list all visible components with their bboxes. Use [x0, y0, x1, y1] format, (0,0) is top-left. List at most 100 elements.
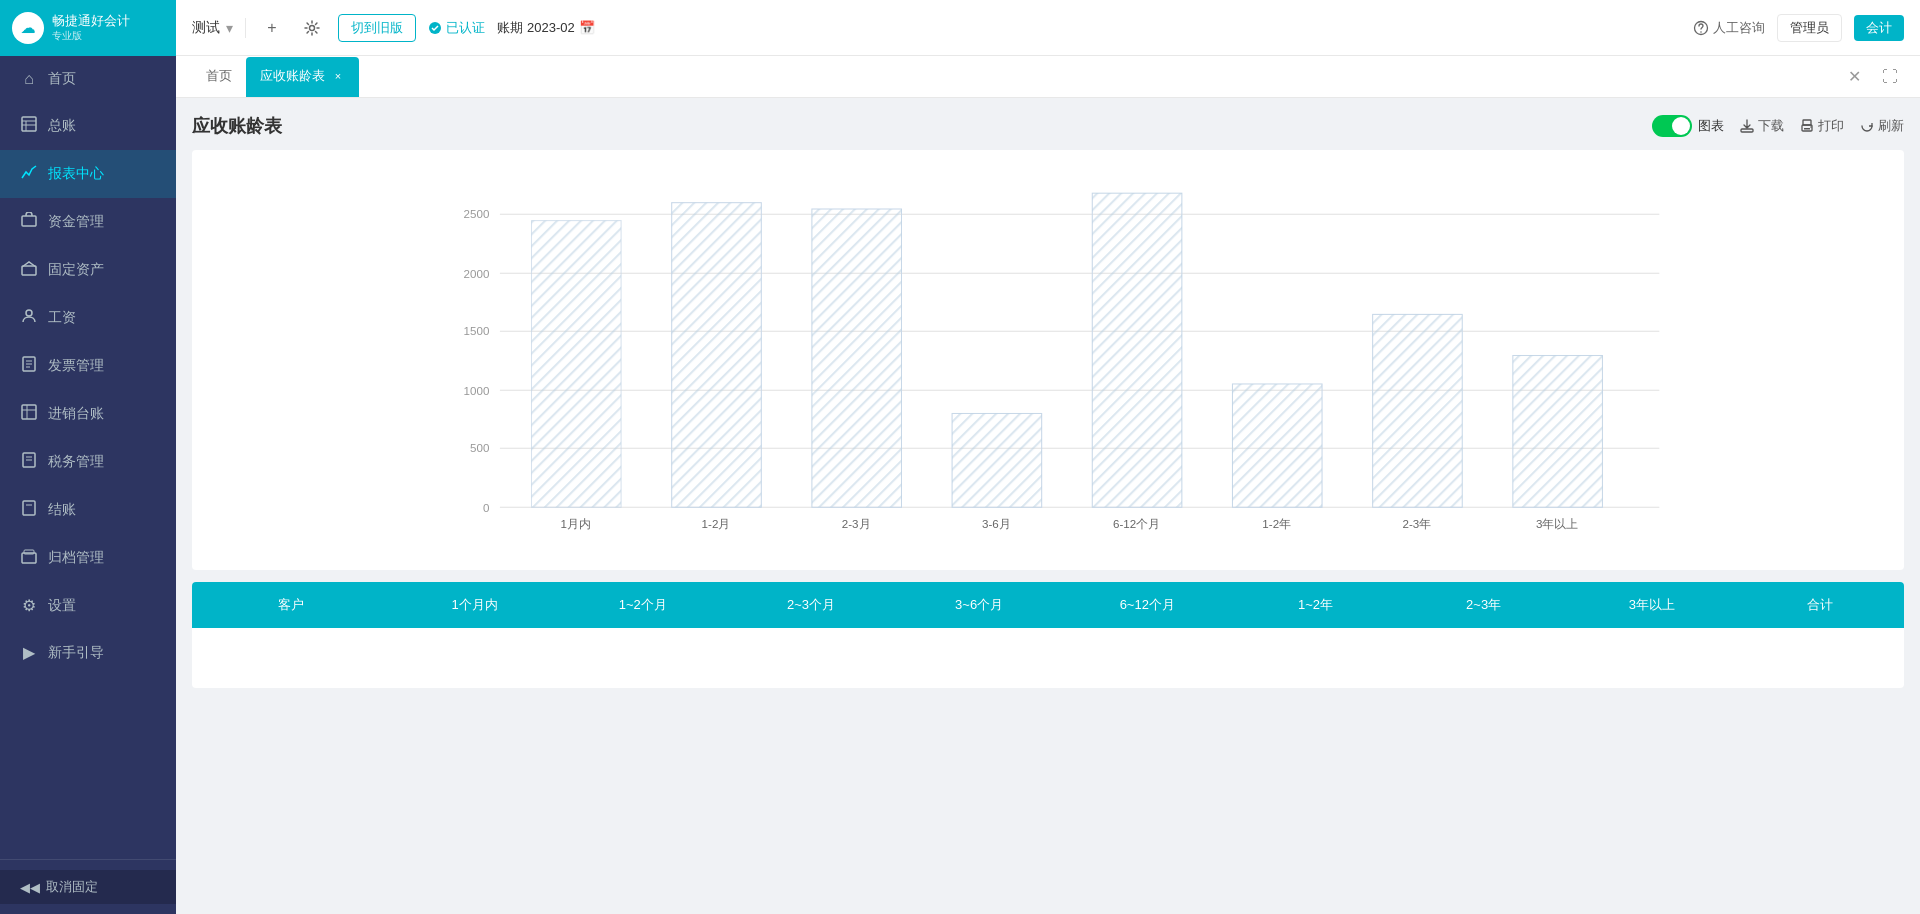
sidebar-item-guide[interactable]: ▶ 新手引导: [0, 629, 176, 676]
chart-toggle[interactable]: [1652, 115, 1692, 137]
consult-button[interactable]: 人工咨询: [1693, 19, 1765, 37]
table-col-1-2month: 1~2个月: [559, 582, 727, 628]
print-label: 打印: [1818, 117, 1844, 135]
svg-text:6-12个月: 6-12个月: [1113, 518, 1160, 530]
svg-text:2-3年: 2-3年: [1403, 518, 1432, 530]
app-name-block: 畅捷通好会计 专业版: [52, 13, 130, 44]
cancel-fixed-icon: ◀◀: [20, 880, 40, 895]
refresh-button[interactable]: 刷新: [1860, 117, 1904, 135]
svg-point-21: [310, 25, 315, 30]
svg-rect-49: [812, 209, 902, 507]
table-col-2-3month: 2~3个月: [727, 582, 895, 628]
tab-home[interactable]: 首页: [192, 57, 246, 97]
svg-rect-0: [22, 117, 36, 131]
calendar-icon[interactable]: 📅: [579, 20, 595, 35]
svg-rect-61: [1373, 314, 1463, 507]
svg-text:0: 0: [483, 502, 489, 514]
sidebar-item-home[interactable]: ⌂ 首页: [0, 56, 176, 102]
sidebar: ☁ 畅捷通好会计 专业版 ⌂ 首页 总账 报表中心 资金管理: [0, 0, 176, 914]
app-edition: 专业版: [52, 29, 130, 43]
tab-aging[interactable]: 应收账龄表 ×: [246, 57, 359, 97]
chart-container: 0 500 1000 1500 2000 2500 1月内 1-2月: [192, 150, 1904, 570]
home-icon: ⌂: [20, 70, 38, 88]
switch-old-version-button[interactable]: 切到旧版: [338, 14, 416, 42]
svg-text:2500: 2500: [464, 208, 490, 220]
archive-icon: [20, 548, 38, 568]
sidebar-item-archive[interactable]: 归档管理: [0, 534, 176, 582]
svg-rect-4: [22, 216, 36, 226]
table-container: 客户 1个月内 1~2个月 2~3个月 3~6个月 6~12个月: [192, 582, 1904, 688]
tabs-actions: ✕ ⛶: [1840, 63, 1904, 91]
tab-close-icon[interactable]: ×: [331, 69, 345, 83]
sidebar-label-settings: 设置: [48, 597, 76, 615]
ledger-icon: [20, 116, 38, 136]
svg-text:1-2月: 1-2月: [702, 518, 731, 530]
add-button[interactable]: +: [258, 14, 286, 42]
topbar-divider-1: [245, 18, 246, 38]
svg-text:3年以上: 3年以上: [1536, 518, 1578, 530]
sidebar-item-fund[interactable]: 资金管理: [0, 198, 176, 246]
chart-toggle-label: 图表: [1698, 117, 1724, 135]
sidebar-label-reports: 报表中心: [48, 165, 104, 183]
svg-rect-64: [1513, 356, 1603, 508]
table-body: [192, 628, 1904, 688]
sidebar-item-inventory[interactable]: 进销台账: [0, 390, 176, 438]
expand-tab-button[interactable]: ⛶: [1876, 63, 1904, 91]
page-header: 应收账龄表 图表 下载 打印 刷新: [192, 114, 1904, 138]
table-col-3-6month: 3~6个月: [895, 582, 1063, 628]
invoice-icon: [20, 356, 38, 376]
sidebar-label-home: 首页: [48, 70, 76, 88]
svg-rect-17: [23, 501, 35, 515]
sidebar-bottom: ◀◀ 取消固定: [0, 859, 176, 914]
settings-icon: ⚙: [20, 596, 38, 615]
account-button[interactable]: 会计: [1854, 15, 1904, 41]
cancel-fixed-label: 取消固定: [46, 878, 98, 896]
app-logo-icon: ☁: [12, 12, 44, 44]
close-tab-button[interactable]: ✕: [1840, 63, 1868, 91]
cancel-fixed-button[interactable]: ◀◀ 取消固定: [0, 870, 176, 904]
sidebar-label-fund: 资金管理: [48, 213, 104, 231]
sidebar-item-tax[interactable]: 税务管理: [0, 438, 176, 486]
table-col-3plus-year: 3年以上: [1568, 582, 1736, 628]
settings-button[interactable]: [298, 14, 326, 42]
assets-icon: [20, 260, 38, 280]
print-button[interactable]: 打印: [1800, 117, 1844, 135]
sidebar-label-ledger: 总账: [48, 117, 76, 135]
project-name: 测试: [192, 19, 220, 37]
inventory-icon: [20, 404, 38, 424]
tab-aging-label: 应收账龄表: [260, 67, 325, 85]
consult-label: 人工咨询: [1713, 19, 1765, 37]
sidebar-item-assets[interactable]: 固定资产: [0, 246, 176, 294]
sidebar-label-guide: 新手引导: [48, 644, 104, 662]
main-area: 测试 ▾ + 切到旧版 已认证 账期 2023-02 📅 人工咨询 管理员 会计: [176, 0, 1920, 914]
chart-toggle-container: 图表: [1652, 115, 1724, 137]
svg-text:1月内: 1月内: [561, 518, 591, 530]
svg-rect-43: [532, 221, 622, 508]
table-col-1month: 1个月内: [391, 582, 559, 628]
svg-rect-28: [1804, 128, 1810, 130]
manager-button[interactable]: 管理员: [1777, 14, 1842, 42]
page-title: 应收账龄表: [192, 114, 282, 138]
sidebar-label-archive: 归档管理: [48, 549, 104, 567]
svg-text:1500: 1500: [464, 325, 490, 337]
sidebar-label-payroll: 工资: [48, 309, 76, 327]
sidebar-item-reports[interactable]: 报表中心: [0, 150, 176, 198]
svg-rect-46: [672, 203, 762, 508]
sidebar-item-closing[interactable]: 结账: [0, 486, 176, 534]
svg-point-29: [1810, 126, 1812, 128]
sidebar-item-payroll[interactable]: 工资: [0, 294, 176, 342]
sidebar-item-invoice[interactable]: 发票管理: [0, 342, 176, 390]
payroll-icon: [20, 308, 38, 328]
sidebar-label-invoice: 发票管理: [48, 357, 104, 375]
table-col-1-2year: 1~2年: [1231, 582, 1399, 628]
sidebar-nav: ⌂ 首页 总账 报表中心 资金管理 固定资产: [0, 56, 176, 859]
download-button[interactable]: 下载: [1740, 117, 1784, 135]
tabs-bar: 首页 应收账龄表 × ✕ ⛶: [176, 56, 1920, 98]
period-label: 账期: [497, 19, 523, 37]
svg-rect-58: [1232, 384, 1322, 507]
sidebar-label-tax: 税务管理: [48, 453, 104, 471]
project-selector[interactable]: 测试 ▾: [192, 19, 233, 37]
svg-text:2-3月: 2-3月: [842, 518, 871, 530]
sidebar-item-settings[interactable]: ⚙ 设置: [0, 582, 176, 629]
sidebar-item-ledger[interactable]: 总账: [0, 102, 176, 150]
